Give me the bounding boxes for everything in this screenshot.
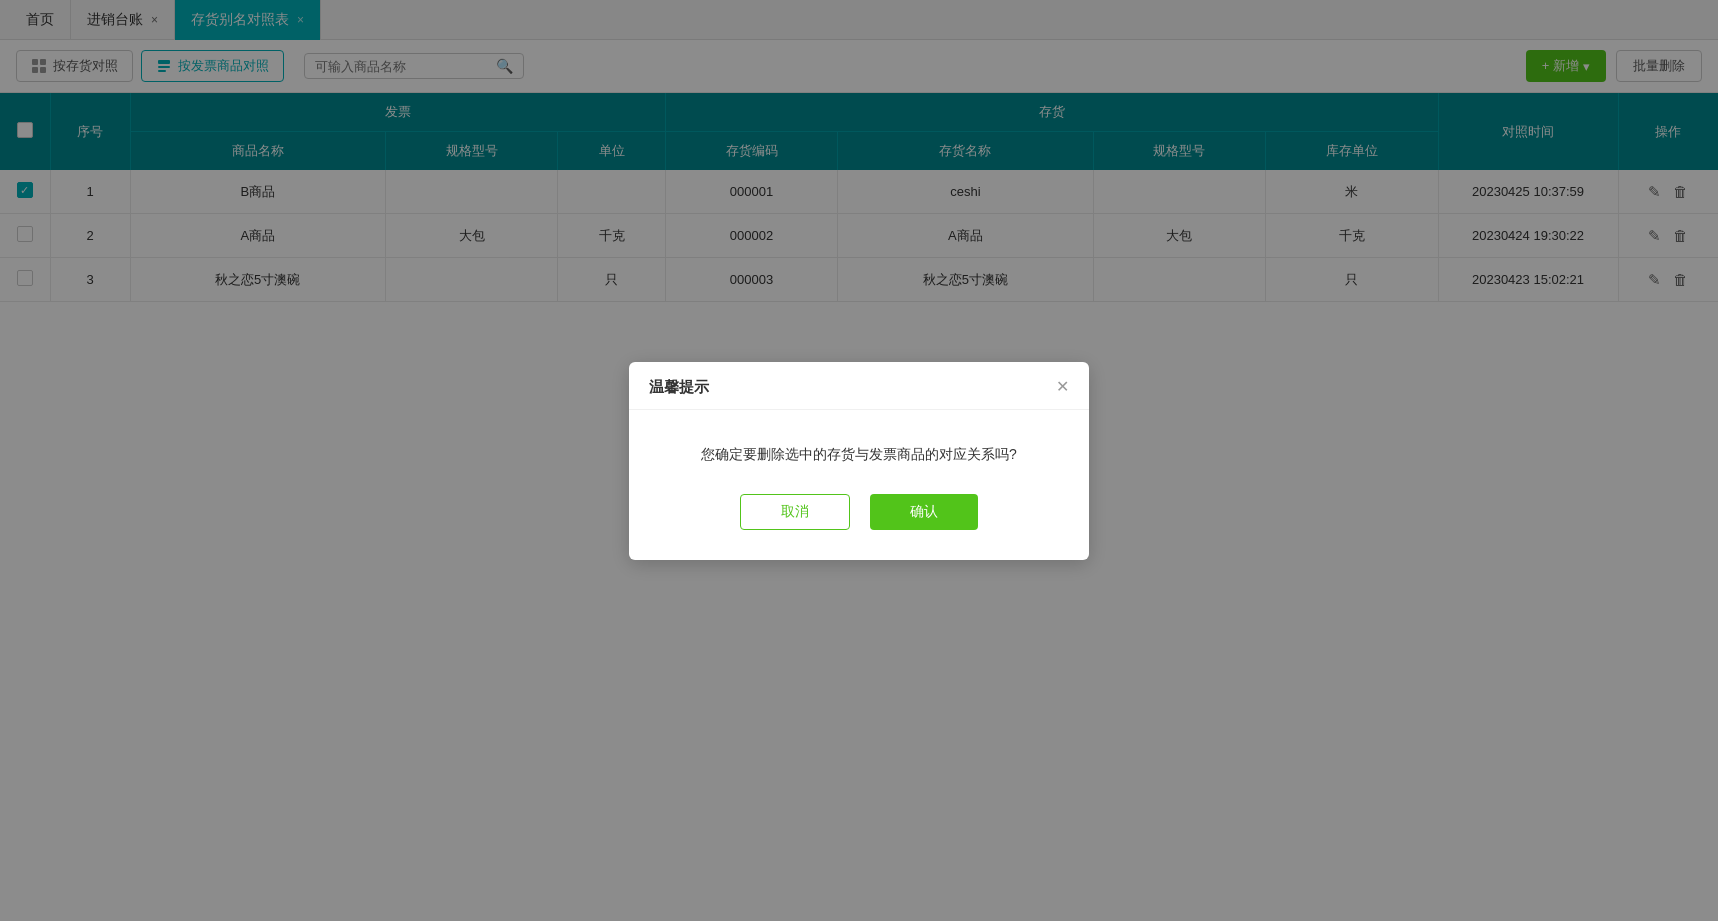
dialog-close-button[interactable]: ✕ — [1056, 379, 1069, 395]
dialog-confirm-button[interactable]: 确认 — [870, 494, 978, 530]
dialog-message: 您确定要删除选中的存货与发票商品的对应关系吗? — [701, 446, 1017, 462]
dialog-body: 您确定要删除选中的存货与发票商品的对应关系吗? — [629, 410, 1089, 494]
dialog-header: 温馨提示 ✕ — [629, 362, 1089, 410]
dialog-cancel-button[interactable]: 取消 — [740, 494, 850, 530]
dialog-title: 温馨提示 — [649, 378, 709, 397]
dialog-footer: 取消 确认 — [629, 494, 1089, 530]
modal-overlay: 温馨提示 ✕ 您确定要删除选中的存货与发票商品的对应关系吗? 取消 确认 — [0, 0, 1718, 921]
confirm-dialog: 温馨提示 ✕ 您确定要删除选中的存货与发票商品的对应关系吗? 取消 确认 — [629, 362, 1089, 560]
